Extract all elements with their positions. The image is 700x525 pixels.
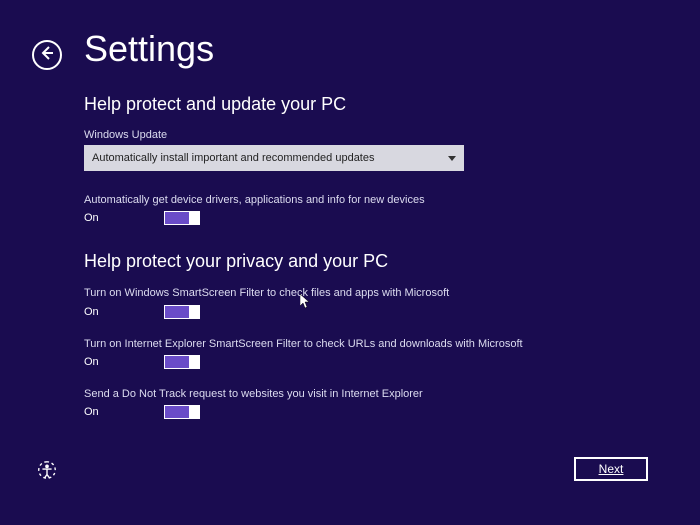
option-text: Turn on Internet Explorer SmartScreen Fi…: [84, 337, 644, 351]
option-device-drivers: Automatically get device drivers, applic…: [84, 193, 644, 225]
option-text: Turn on Windows SmartScreen Filter to ch…: [84, 286, 644, 300]
dropdown-selected-value: Automatically install important and reco…: [92, 152, 374, 164]
option-text: Send a Do Not Track request to websites …: [84, 387, 644, 401]
ease-of-access-button[interactable]: [36, 459, 58, 481]
toggle-state-label: On: [84, 306, 102, 318]
toggle-knob: [189, 306, 199, 318]
toggle-knob: [189, 356, 199, 368]
next-button-label: Next: [599, 462, 624, 476]
settings-content: Help protect and update your PC Windows …: [84, 94, 644, 437]
arrow-left-icon: [39, 45, 55, 66]
chevron-down-icon: [448, 156, 456, 161]
section-privacy: Help protect your privacy and your PC Tu…: [84, 251, 644, 419]
windows-update-label: Windows Update: [84, 129, 644, 141]
option-text: Automatically get device drivers, applic…: [84, 193, 644, 207]
toggle-state-label: On: [84, 212, 102, 224]
toggle-knob: [189, 212, 199, 224]
option-do-not-track: Send a Do Not Track request to websites …: [84, 387, 644, 419]
toggle-knob: [189, 406, 199, 418]
section-heading-privacy: Help protect your privacy and your PC: [84, 251, 644, 272]
toggle-device-drivers[interactable]: [164, 211, 200, 225]
option-ie-smartscreen: Turn on Internet Explorer SmartScreen Fi…: [84, 337, 644, 369]
next-button[interactable]: Next: [574, 457, 648, 481]
toggle-ie-smartscreen[interactable]: [164, 355, 200, 369]
ease-of-access-icon: [36, 468, 58, 485]
toggle-smartscreen[interactable]: [164, 305, 200, 319]
toggle-state-label: On: [84, 406, 102, 418]
page-title: Settings: [84, 28, 214, 70]
section-heading-update: Help protect and update your PC: [84, 94, 644, 115]
option-smartscreen: Turn on Windows SmartScreen Filter to ch…: [84, 286, 644, 318]
back-button[interactable]: [32, 40, 62, 70]
windows-update-dropdown[interactable]: Automatically install important and reco…: [84, 145, 464, 171]
toggle-state-label: On: [84, 356, 102, 368]
section-update: Help protect and update your PC Windows …: [84, 94, 644, 225]
toggle-do-not-track[interactable]: [164, 405, 200, 419]
